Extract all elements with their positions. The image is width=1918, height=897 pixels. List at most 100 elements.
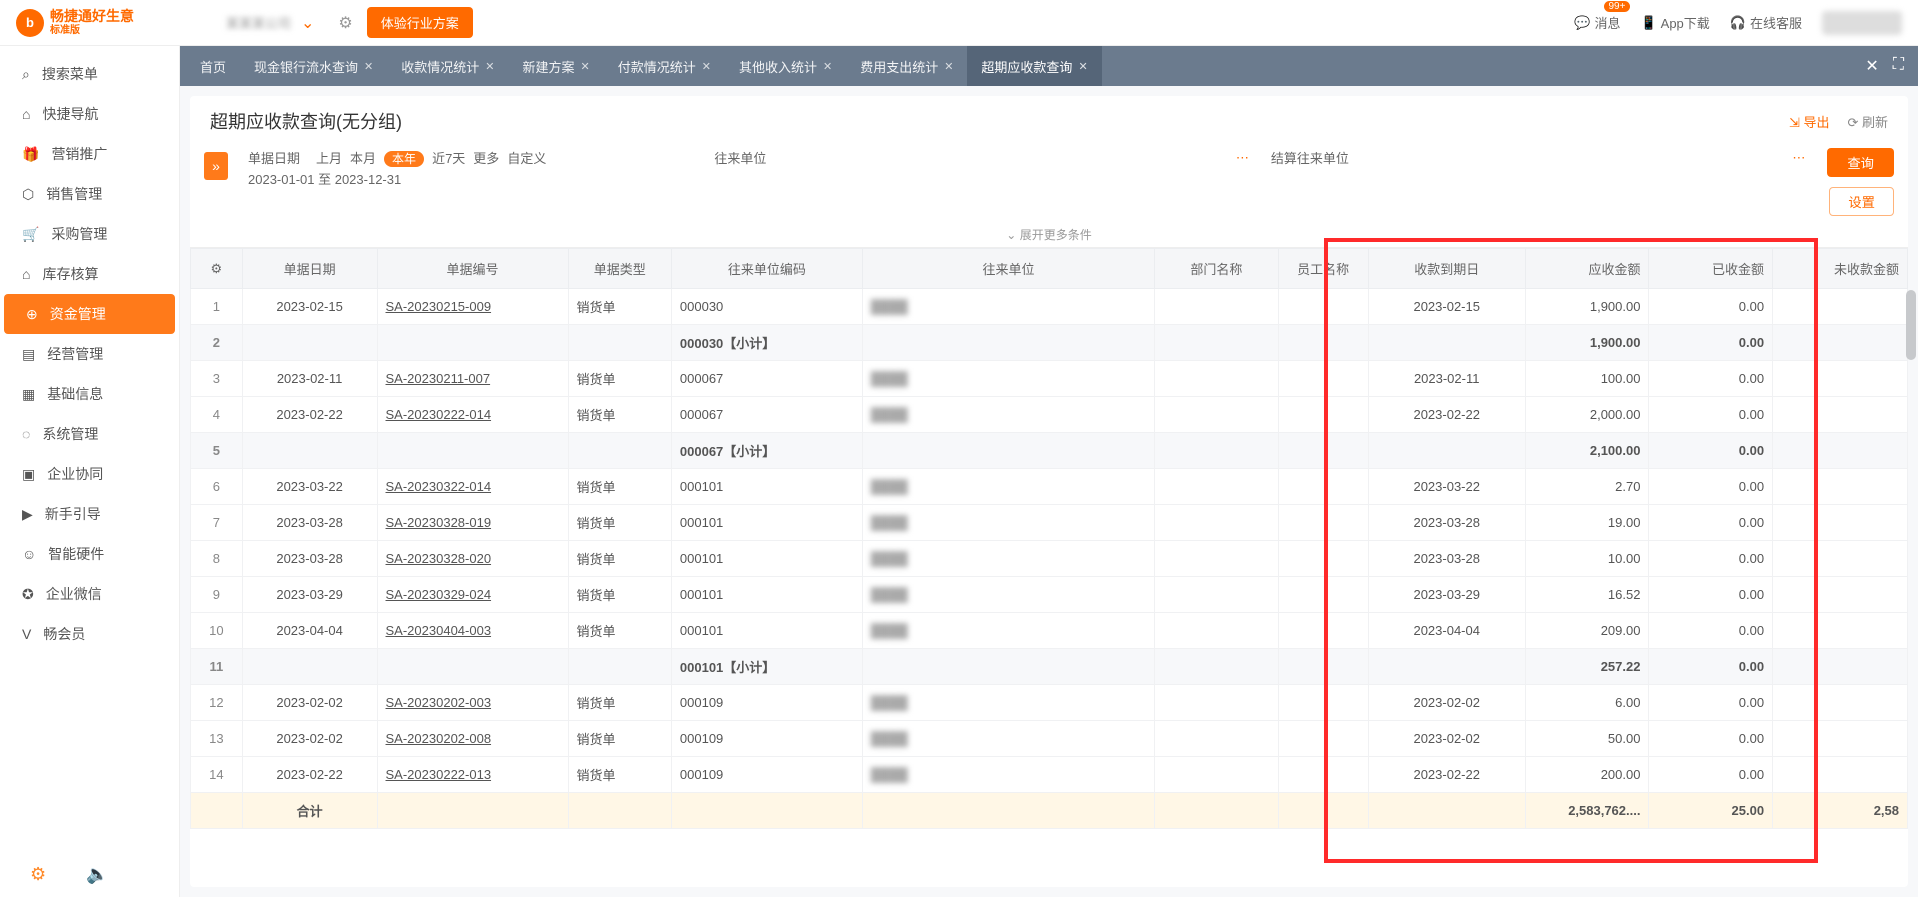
data-table: ⚙单据日期单据编号单据类型往来单位编码往来单位部门名称员工名称收款到期日应收金额… xyxy=(190,248,1908,829)
col-header[interactable]: 收款到期日 xyxy=(1368,249,1525,289)
date-opt-0[interactable]: 上月 xyxy=(316,151,342,166)
tab-label: 费用支出统计 xyxy=(860,57,938,76)
export-link[interactable]: ⇲ 导出 xyxy=(1789,112,1830,131)
col-header[interactable]: 已收金额 xyxy=(1649,249,1773,289)
date-opt-4[interactable]: 更多 xyxy=(473,151,499,166)
close-icon[interactable]: ✕ xyxy=(944,60,953,73)
date-opt-3[interactable]: 近7天 xyxy=(432,151,465,166)
col-header[interactable]: 部门名称 xyxy=(1155,249,1279,289)
scrollbar-thumb[interactable] xyxy=(1906,290,1916,360)
table-row[interactable]: 62023-03-22SA-20230322-014销货单000101████2… xyxy=(191,469,1908,505)
table-row[interactable]: 92023-03-29SA-20230329-024销货单000101████2… xyxy=(191,577,1908,613)
tab-2[interactable]: 收款情况统计✕ xyxy=(387,46,508,86)
date-opt-1[interactable]: 本月 xyxy=(350,151,376,166)
settings-icon[interactable]: ⚙ xyxy=(30,864,46,885)
table-wrap[interactable]: ⚙单据日期单据编号单据类型往来单位编码往来单位部门名称员工名称收款到期日应收金额… xyxy=(190,248,1908,887)
gear-icon[interactable]: ⚙ xyxy=(338,13,352,33)
bill-link[interactable]: SA-20230215-009 xyxy=(386,299,492,314)
col-header[interactable]: 往来单位 xyxy=(862,249,1154,289)
bill-link[interactable]: SA-20230202-003 xyxy=(386,695,492,710)
sidebar-item-5[interactable]: ⌂库存核算 xyxy=(0,254,179,294)
close-all-icon[interactable]: ✕ xyxy=(1865,56,1878,76)
chevron-down-icon[interactable]: ⌄ xyxy=(301,13,314,33)
tab-3[interactable]: 新建方案✕ xyxy=(508,46,603,86)
date-opt-2[interactable]: 本年 xyxy=(384,151,424,167)
collapse-filter-button[interactable]: » xyxy=(204,152,228,180)
close-icon[interactable]: ✕ xyxy=(823,60,832,73)
bill-link[interactable]: SA-20230328-020 xyxy=(386,551,492,566)
sidebar-item-9[interactable]: ◌系统管理 xyxy=(0,414,179,454)
bill-link[interactable]: SA-20230404-003 xyxy=(386,623,492,638)
content-panel: 超期应收款查询(无分组) ⇲ 导出 ⟳ 刷新 » 单据日期 上月本月本年近7天更… xyxy=(190,96,1908,887)
col-header[interactable]: 单据类型 xyxy=(568,249,671,289)
table-row[interactable]: 102023-04-04SA-20230404-003销货单000101████… xyxy=(191,613,1908,649)
bill-link[interactable]: SA-20230328-019 xyxy=(386,515,492,530)
bill-link[interactable]: SA-20230211-007 xyxy=(386,371,491,386)
sound-icon[interactable]: 🔈 xyxy=(86,864,108,885)
col-header[interactable]: 往来单位编码 xyxy=(671,249,862,289)
sidebar-item-8[interactable]: ▦基础信息 xyxy=(0,374,179,414)
close-icon[interactable]: ✕ xyxy=(702,60,711,73)
close-icon[interactable]: ✕ xyxy=(1078,60,1087,73)
table-row[interactable]: 122023-02-02SA-20230202-003销货单000109████… xyxy=(191,685,1908,721)
close-icon[interactable]: ✕ xyxy=(581,60,590,73)
bill-link[interactable]: SA-20230322-014 xyxy=(386,479,492,494)
tab-1[interactable]: 现金银行流水查询✕ xyxy=(240,46,387,86)
sidebar-item-12[interactable]: ☺智能硬件 xyxy=(0,534,179,574)
table-row[interactable]: 42023-02-22SA-20230222-014销货单000067████2… xyxy=(191,397,1908,433)
gear-column-icon[interactable]: ⚙ xyxy=(191,249,243,289)
sidebar-item-1[interactable]: ⌂快捷导航 xyxy=(0,94,179,134)
org-name[interactable]: 某某某公司 xyxy=(226,13,291,32)
bill-link[interactable]: SA-20230329-024 xyxy=(386,587,492,602)
sidebar-item-13[interactable]: ✪企业微信 xyxy=(0,574,179,614)
try-industry-button[interactable]: 体验行业方案 xyxy=(367,7,473,38)
sidebar-item-2[interactable]: 🎁营销推广 xyxy=(0,134,179,174)
tab-0[interactable]: 首页 xyxy=(186,46,240,86)
sidebar-item-7[interactable]: ▤经营管理 xyxy=(0,334,179,374)
table-row[interactable]: 2000030【小计】1,900.000.00 xyxy=(191,325,1908,361)
table-row[interactable]: 132023-02-02SA-20230202-008销货单000109████… xyxy=(191,721,1908,757)
partner-unit-picker[interactable]: ⋯ xyxy=(1236,150,1251,166)
sidebar-item-0[interactable]: ⌕搜索菜单 xyxy=(0,54,179,94)
sidebar-item-14[interactable]: V畅会员 xyxy=(0,614,179,654)
date-opt-5[interactable]: 自定义 xyxy=(507,151,546,166)
refresh-link[interactable]: ⟳ 刷新 xyxy=(1847,112,1888,131)
bill-link[interactable]: SA-20230202-008 xyxy=(386,731,492,746)
sidebar-item-11[interactable]: ▶新手引导 xyxy=(0,494,179,534)
col-header[interactable]: 单据日期 xyxy=(242,249,377,289)
tab-6[interactable]: 费用支出统计 ✕ xyxy=(846,46,967,86)
tab-5[interactable]: 其他收入统计✕ xyxy=(725,46,846,86)
table-row[interactable]: 5000067【小计】2,100.000.00 xyxy=(191,433,1908,469)
table-row[interactable]: 12023-02-15SA-20230215-009销货单000030████2… xyxy=(191,289,1908,325)
sidebar-icon: ▦ xyxy=(22,386,35,403)
close-icon[interactable]: ✕ xyxy=(485,60,494,73)
col-header[interactable]: 未收款金额 xyxy=(1773,249,1908,289)
col-header[interactable]: 员工名称 xyxy=(1278,249,1368,289)
sidebar-item-4[interactable]: 🛒采购管理 xyxy=(0,214,179,254)
tab-4[interactable]: 付款情况统计✕ xyxy=(604,46,725,86)
col-header[interactable]: 应收金额 xyxy=(1525,249,1649,289)
online-service-link[interactable]: 🎧 在线客服 xyxy=(1730,13,1802,32)
messages-link[interactable]: 💬 消息 xyxy=(1574,13,1620,32)
close-icon[interactable]: ✕ xyxy=(364,60,373,73)
app-download-link[interactable]: 📱 App下载 xyxy=(1640,13,1709,32)
fullscreen-icon[interactable]: ⛶ xyxy=(1893,56,1904,76)
expand-more-conditions[interactable]: ⌄ 展开更多条件 xyxy=(190,222,1908,248)
bill-link[interactable]: SA-20230222-013 xyxy=(386,767,492,782)
avatar[interactable] xyxy=(1822,11,1902,35)
table-row[interactable]: 11000101【小计】257.220.00 xyxy=(191,649,1908,685)
table-row[interactable]: 82023-03-28SA-20230328-020销货单000101████2… xyxy=(191,541,1908,577)
table-row[interactable]: 142023-02-22SA-20230222-013销货单000109████… xyxy=(191,757,1908,793)
bill-link[interactable]: SA-20230222-014 xyxy=(386,407,492,422)
col-header[interactable]: 单据编号 xyxy=(377,249,568,289)
sidebar-item-3[interactable]: ⬡销售管理 xyxy=(0,174,179,214)
sidebar-item-10[interactable]: ▣企业协同 xyxy=(0,454,179,494)
table-row[interactable]: 32023-02-11SA-20230211-007销货单000067████2… xyxy=(191,361,1908,397)
sidebar-item-6[interactable]: ⊕资金管理 xyxy=(4,294,175,334)
search-button[interactable]: 查询 xyxy=(1827,148,1894,177)
sidebar-item-label: 系统管理 xyxy=(42,424,98,444)
tab-7[interactable]: 超期应收款查询✕ xyxy=(967,46,1101,86)
table-row[interactable]: 72023-03-28SA-20230328-019销货单000101████2… xyxy=(191,505,1908,541)
settle-unit-picker[interactable]: ⋯ xyxy=(1792,150,1807,166)
settings-button[interactable]: 设置 xyxy=(1829,187,1894,216)
